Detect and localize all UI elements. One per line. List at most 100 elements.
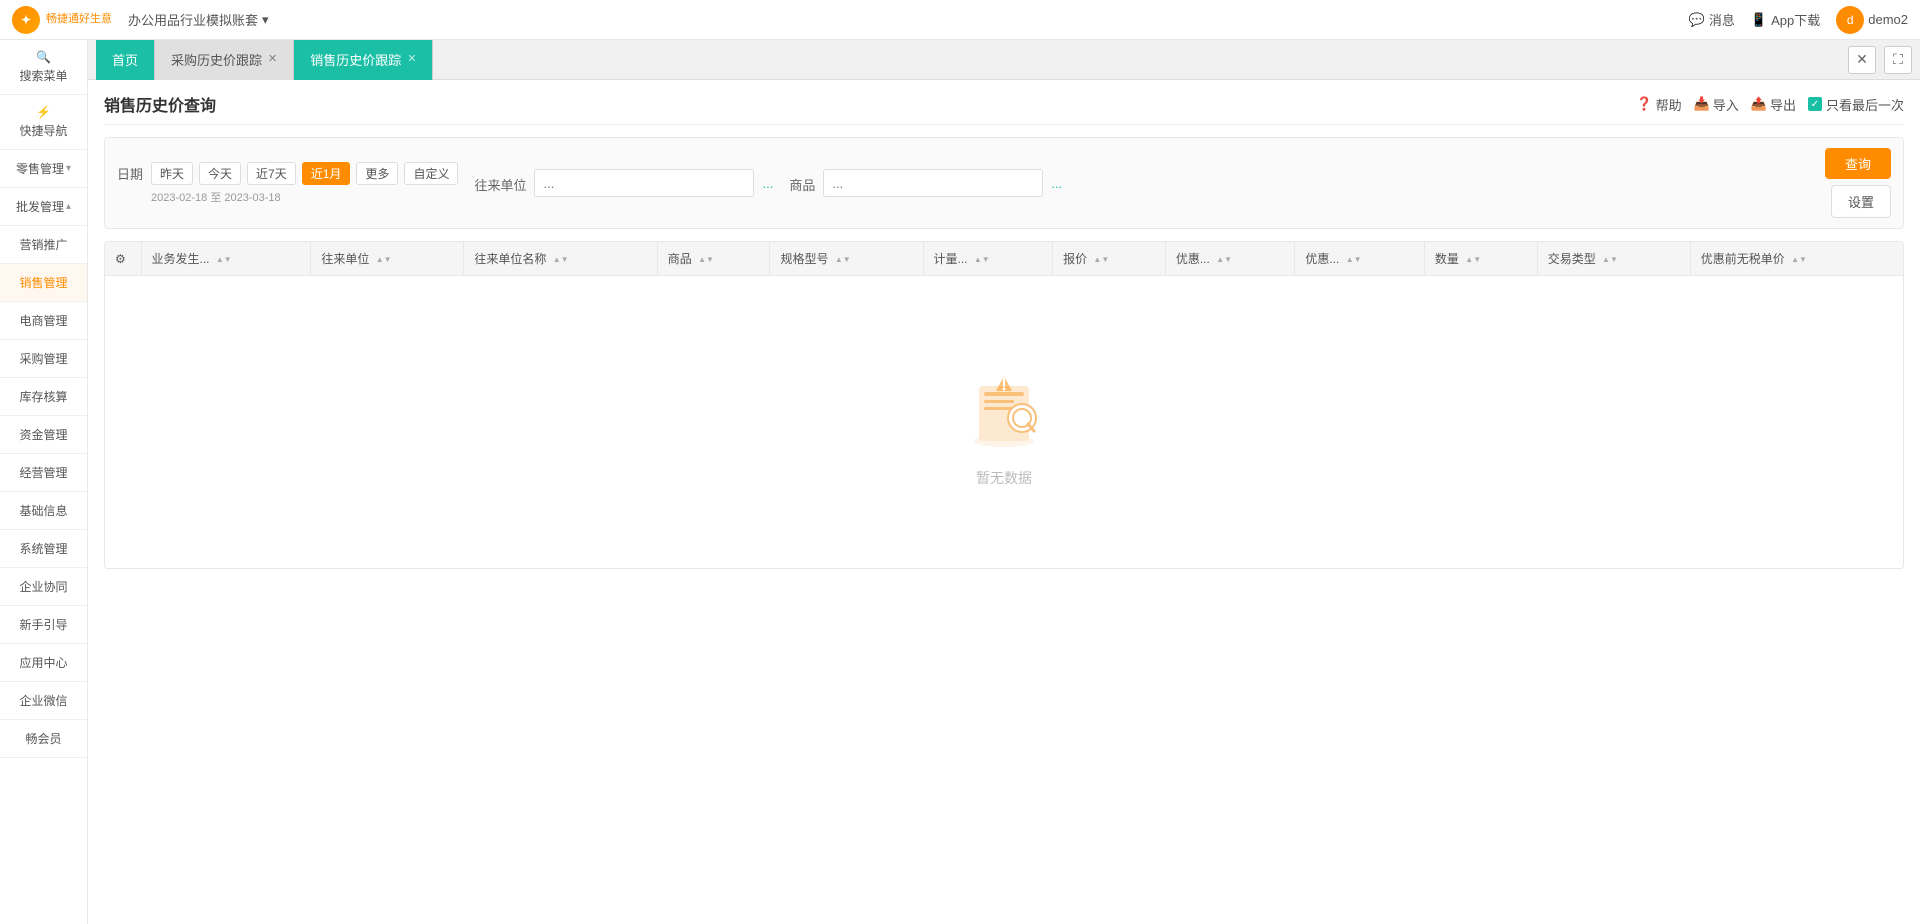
app-selector-label: 办公用品行业模拟账套 [128,10,258,29]
message-btn[interactable]: 💬 消息 [1689,10,1735,29]
sort-icon: ▲▼ [835,255,851,264]
sidebar-item-wholesale[interactable]: 批发管理 ▴ [0,188,87,226]
sort-icon: ▲▼ [1791,255,1807,264]
settings-button[interactable]: 设置 [1831,185,1891,218]
tab-sales-label: 销售历史价跟踪 [310,50,401,69]
th-pre-tax[interactable]: 优惠前无税单价 ▲▼ [1690,242,1903,276]
tab-close-all-btn[interactable]: ✕ [1848,46,1876,74]
sidebar-item-sales[interactable]: 销售管理 [0,264,87,302]
chevron-down-icon: ▾ [66,163,71,174]
filter-buttons: 昨天 今天 近7天 近1月 更多 自定义 [151,162,458,185]
tab-sales-history[interactable]: 销售历史价跟踪 ✕ [294,40,433,80]
sidebar-item-ecommerce[interactable]: 电商管理 [0,302,87,340]
chevron-up-icon: ▴ [66,201,71,212]
export-btn[interactable]: 📤 导出 [1751,95,1796,114]
sidebar-item-wechat[interactable]: 企业微信 [0,682,87,720]
empty-illustration [954,356,1054,456]
checkbox-icon: ✓ [1808,97,1822,111]
goods-search-icon[interactable]: ... [1051,176,1062,191]
th-gear[interactable]: ⚙ [105,242,141,276]
sort-icon: ▲▼ [698,255,714,264]
th-price[interactable]: 报价 ▲▼ [1053,242,1166,276]
sidebar-item-enterprise[interactable]: 企业协同 [0,568,87,606]
partner-input[interactable] [534,169,754,197]
th-discount2[interactable]: 优惠... ▲▼ [1295,242,1425,276]
page-title-actions: ❓ 帮助 📥 导入 📤 导出 ✓ 只看最后一 [1636,95,1904,114]
sidebar-item-marketing[interactable]: 营销推广 [0,226,87,264]
filter-yesterday[interactable]: 昨天 [151,162,193,185]
sidebar-item-inventory[interactable]: 库存核算 [0,378,87,416]
sidebar-label-base: 基础信息 [19,502,67,519]
sort-icon: ▲▼ [376,255,392,264]
tab-purchase-history[interactable]: 采购历史价跟踪 ✕ [155,40,294,80]
import-icon: 📥 [1694,96,1710,112]
table-header: ⚙ 业务发生... ▲▼ 往来单位 ▲▼ 往来单位 [105,242,1903,276]
th-partner-name[interactable]: 往来单位名称 ▲▼ [464,242,657,276]
only-last-label: 只看最后一次 [1826,95,1904,114]
app-download-btn[interactable]: 📱 App下载 [1751,10,1820,29]
sidebar-label-sales: 销售管理 [19,274,67,291]
query-button[interactable]: 查询 [1825,148,1891,179]
partner-search-icon[interactable]: ... [762,176,773,191]
sidebar-item-purchase[interactable]: 采购管理 [0,340,87,378]
sort-icon: ▲▼ [1346,255,1362,264]
help-icon: ❓ [1636,96,1652,112]
sidebar-item-guide[interactable]: 新手引导 [0,606,87,644]
th-goods[interactable]: 商品 ▲▼ [657,242,770,276]
sidebar-item-search-menu[interactable]: 🔍 搜索菜单 [0,40,87,95]
filter-actions: 查询 设置 [1825,148,1891,218]
filter-more[interactable]: 更多 [356,162,398,185]
sidebar-item-retail[interactable]: 零售管理 ▾ [0,150,87,188]
help-label: 帮助 [1656,95,1682,114]
import-btn[interactable]: 📥 导入 [1694,95,1739,114]
th-quantity[interactable]: 数量 ▲▼ [1424,242,1537,276]
sidebar-item-finance[interactable]: 资金管理 [0,416,87,454]
app-selector[interactable]: 办公用品行业模拟账套 ▾ [120,6,277,33]
th-discount1[interactable]: 优惠... ▲▼ [1165,242,1295,276]
th-unit[interactable]: 计量... ▲▼ [923,242,1053,276]
tab-home[interactable]: 首页 [96,40,155,80]
sort-icon: ▲▼ [1602,255,1618,264]
only-last-checkbox[interactable]: ✓ 只看最后一次 [1808,95,1904,114]
sidebar-item-base-info[interactable]: 基础信息 [0,492,87,530]
goods-input[interactable] [823,169,1043,197]
filter-bar: 日期 昨天 今天 近7天 近1月 更多 自定义 2023-02-18 至 202… [104,137,1904,229]
sidebar-label-enterprise: 企业协同 [19,578,67,595]
nav-icon: ⚡ [36,105,51,119]
tab-home-label: 首页 [112,50,138,69]
sidebar-item-operations[interactable]: 经营管理 [0,454,87,492]
page-title: 销售历史价查询 [104,92,216,116]
sidebar-item-system[interactable]: 系统管理 [0,530,87,568]
sort-icon: ▲▼ [216,255,232,264]
date-range-display: 2023-02-18 至 2023-03-18 [151,189,458,205]
filter-options: 昨天 今天 近7天 近1月 更多 自定义 2023-02-18 至 2023-0… [151,162,458,205]
page-inner: 销售历史价查询 ❓ 帮助 📥 导入 📤 导出 [88,80,1920,581]
tab-purchase-close[interactable]: ✕ [268,54,277,65]
sidebar-item-app-center[interactable]: 应用中心 [0,644,87,682]
filter-last7[interactable]: 近7天 [247,162,296,185]
goods-filter-group: 商品 ... [789,169,1062,197]
tab-expand-btn[interactable]: ⛶ [1884,46,1912,74]
partner-label: 往来单位 [474,173,526,194]
sidebar-item-quick-nav[interactable]: ⚡ 快捷导航 [0,95,87,150]
partner-filter-group: 往来单位 ... [474,169,773,197]
sidebar-label-quick: 快捷导航 [19,122,67,139]
th-partner-code[interactable]: 往来单位 ▲▼ [311,242,464,276]
search-icon: 🔍 [36,50,51,64]
filter-custom[interactable]: 自定义 [404,162,458,185]
th-trade-type[interactable]: 交易类型 ▲▼ [1537,242,1690,276]
sidebar-item-membership[interactable]: 畅会员 [0,720,87,758]
header-row: ⚙ 业务发生... ▲▼ 往来单位 ▲▼ 往来单位 [105,242,1903,276]
filter-last1m[interactable]: 近1月 [302,162,351,185]
th-spec[interactable]: 规格型号 ▲▼ [770,242,923,276]
th-biz-date[interactable]: 业务发生... ▲▼ [141,242,311,276]
logo-text: 畅捷通好生意 [46,13,112,26]
user-area[interactable]: d demo2 [1836,6,1908,34]
help-btn[interactable]: ❓ 帮助 [1636,95,1681,114]
tab-sales-close[interactable]: ✕ [407,54,416,65]
export-label: 导出 [1770,95,1796,114]
filter-today[interactable]: 今天 [199,162,241,185]
sort-icon: ▲▼ [1093,255,1109,264]
sort-icon: ▲▼ [974,255,990,264]
sidebar-label-inventory: 库存核算 [19,388,67,405]
